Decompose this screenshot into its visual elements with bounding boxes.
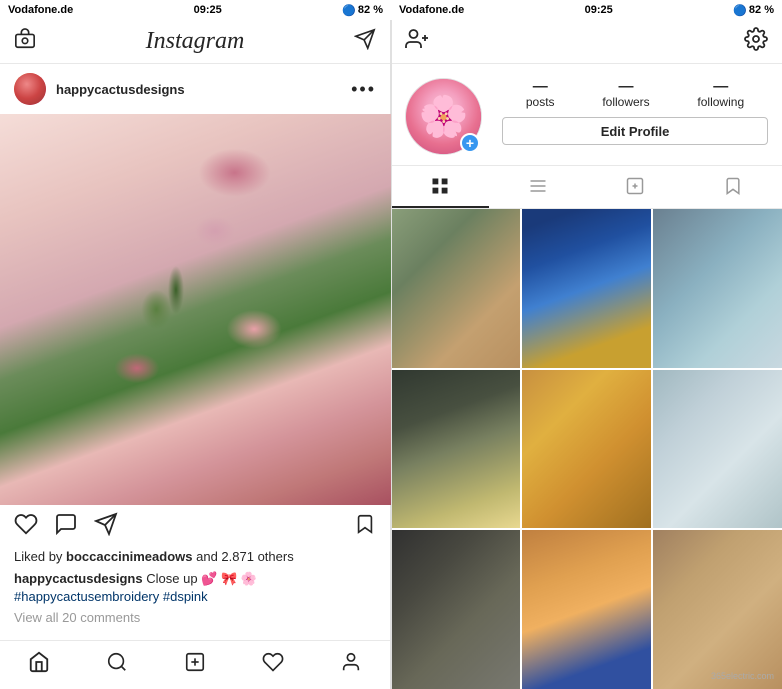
tab-bookmark[interactable] — [684, 166, 782, 208]
post-likes: Liked by boccaccinimeadows and 2.871 oth… — [0, 549, 390, 568]
following-label: following — [697, 95, 744, 109]
direct-messages-icon[interactable] — [354, 28, 376, 56]
photo-cell-9[interactable] — [653, 530, 782, 689]
post-more-button[interactable]: ••• — [351, 79, 376, 100]
following-count: — — [713, 78, 728, 95]
panel-divider — [391, 0, 392, 689]
instagram-logo: Instagram — [146, 28, 245, 55]
battery-left: 🔵 82 % — [342, 4, 383, 17]
nav-search[interactable] — [106, 651, 128, 679]
settings-icon[interactable] — [744, 27, 768, 56]
add-story-button[interactable]: + — [460, 133, 480, 153]
followers-label: followers — [602, 95, 649, 109]
post-actions — [0, 505, 390, 549]
tab-list[interactable] — [489, 166, 587, 208]
comment-icon[interactable] — [54, 512, 78, 542]
edit-profile-button[interactable]: Edit Profile — [502, 117, 768, 145]
posts-label: posts — [526, 95, 555, 109]
caption-text: Close up 💕 🎀 🌸 — [146, 571, 257, 586]
photo-cell-8[interactable] — [522, 530, 651, 689]
left-panel: Vodafone.de 09:25 🔵 82 % Instagram happy… — [0, 0, 391, 689]
stat-following[interactable]: — following — [697, 78, 744, 109]
post-image[interactable] — [0, 114, 391, 505]
grid-tabs — [391, 165, 782, 209]
followers-count: — — [618, 78, 633, 95]
post-action-left — [14, 512, 118, 542]
liked-by-username[interactable]: boccaccinimeadows — [66, 549, 192, 564]
nav-add[interactable] — [184, 651, 206, 679]
post-username[interactable]: happycactusdesigns — [56, 82, 185, 97]
add-people-icon[interactable] — [405, 27, 429, 56]
profile-avatar-wrap: 🌸 + — [405, 78, 482, 155]
stat-followers[interactable]: — followers — [602, 78, 649, 109]
photo-cell-2[interactable] — [522, 209, 651, 368]
time-left: 09:25 — [194, 4, 222, 16]
carrier-right: Vodafone.de — [399, 4, 464, 16]
post-user-info: happycactusdesigns — [14, 73, 185, 105]
right-panel: Vodafone.de 09:25 🔵 82 % 🌸 + — pos — [391, 0, 782, 689]
like-icon[interactable] — [14, 512, 38, 542]
photo-grid — [391, 209, 782, 689]
stat-posts: — posts — [526, 78, 555, 109]
time-right: 09:25 — [585, 4, 613, 16]
footer-watermark: 365electric.com — [711, 671, 774, 681]
left-header: Instagram — [0, 20, 390, 64]
status-bar-right: Vodafone.de 09:25 🔵 82 % — [391, 0, 782, 20]
view-comments-link[interactable]: View all 20 comments — [0, 608, 390, 627]
nav-home[interactable] — [28, 651, 50, 679]
profile-info: 🌸 + — posts — followers — following Edit… — [391, 64, 782, 165]
nav-heart[interactable] — [262, 651, 284, 679]
right-header — [391, 20, 782, 64]
left-bottom-nav — [0, 640, 390, 689]
stats-row: — posts — followers — following — [502, 78, 768, 109]
share-icon[interactable] — [94, 512, 118, 542]
status-bar-left: Vodafone.de 09:25 🔵 82 % — [0, 0, 391, 20]
caption-username[interactable]: happycactusdesigns — [14, 571, 143, 586]
photo-cell-5[interactable] — [522, 370, 651, 529]
bookmark-icon[interactable] — [354, 513, 376, 541]
photo-cell-1[interactable] — [391, 209, 520, 368]
post-user-row: happycactusdesigns ••• — [0, 64, 390, 114]
hashtags[interactable]: #happycactusembroidery #dspink — [14, 589, 208, 604]
carrier-left: Vodafone.de — [8, 4, 73, 16]
tab-grid[interactable] — [391, 166, 489, 208]
photo-cell-6[interactable] — [653, 370, 782, 529]
avatar-image — [14, 73, 46, 105]
nav-profile[interactable] — [340, 651, 362, 679]
tab-tag[interactable] — [587, 166, 685, 208]
camera-icon[interactable] — [14, 28, 36, 56]
battery-right: 🔵 82 % — [733, 4, 774, 17]
posts-count: — — [533, 78, 548, 95]
photo-cell-4[interactable] — [391, 370, 520, 529]
photo-cell-7[interactable] — [391, 530, 520, 689]
photo-cell-3[interactable] — [653, 209, 782, 368]
post-caption: happycactusdesigns Close up 💕 🎀 🌸 #happy… — [0, 568, 390, 608]
post-user-avatar[interactable] — [14, 73, 46, 105]
profile-stats: — posts — followers — following Edit Pro… — [502, 78, 768, 145]
